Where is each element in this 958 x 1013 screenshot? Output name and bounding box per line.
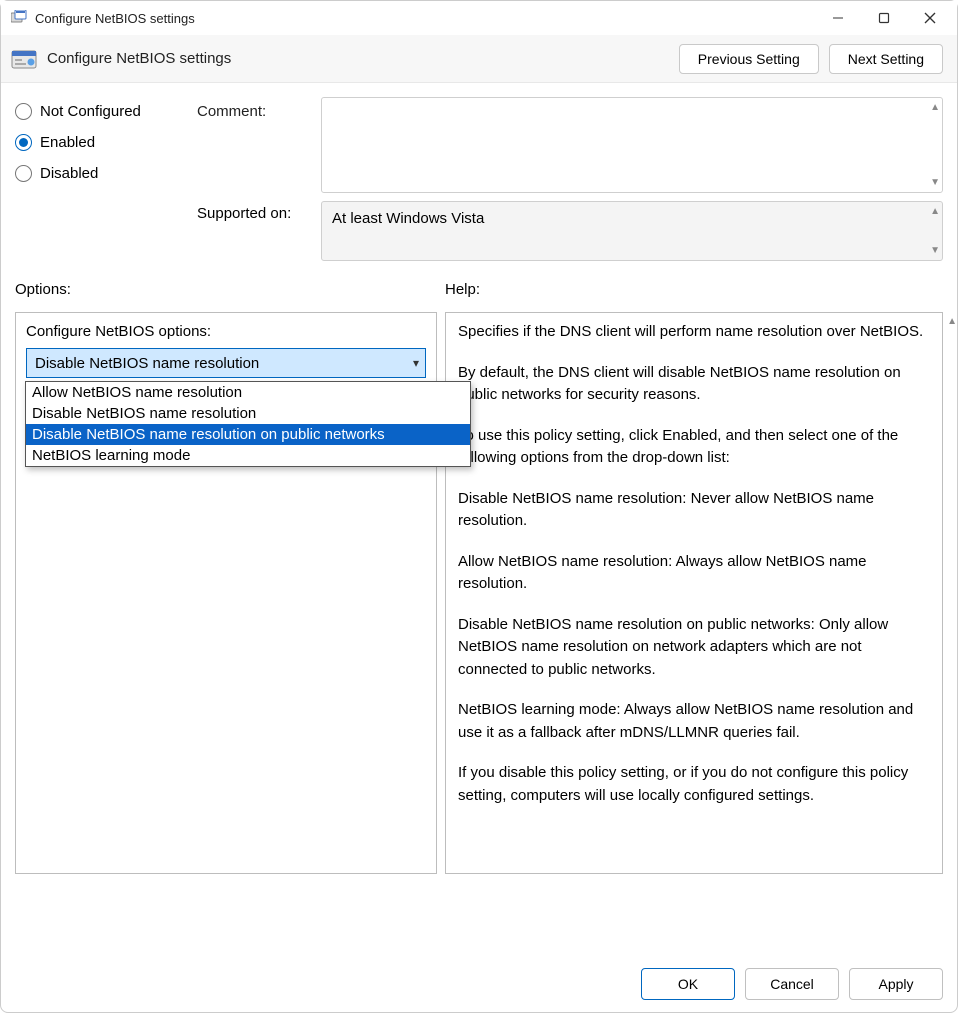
radio-disabled[interactable]: Disabled <box>15 165 193 182</box>
scroll-up-icon: ▲ <box>930 206 940 217</box>
section-labels: Options: Help: <box>1 267 957 298</box>
page-title: Configure NetBIOS settings <box>47 50 231 67</box>
minimize-button[interactable] <box>815 3 861 33</box>
supported-on-box: At least Windows Vista ▲ ▼ <box>321 201 943 261</box>
footer-buttons: OK Cancel Apply <box>641 968 943 1000</box>
netbios-options-dropdown: Allow NetBIOS name resolutionDisable Net… <box>25 381 471 467</box>
scroll-up-icon: ▲ <box>947 316 957 327</box>
netbios-options-combobox[interactable]: Disable NetBIOS name resolution ▾ <box>26 348 426 378</box>
help-paragraph: By default, the DNS client will disable … <box>458 362 930 407</box>
help-paragraph: Disable NetBIOS name resolution: Never a… <box>458 488 930 533</box>
help-paragraph: To use this policy setting, click Enable… <box>458 425 930 470</box>
dropdown-option[interactable]: Allow NetBIOS name resolution <box>26 382 470 403</box>
options-field-label: Configure NetBIOS options: <box>16 323 436 348</box>
upper-area: Not Configured Enabled Disabled Comment:… <box>1 83 957 267</box>
header: Configure NetBIOS settings Previous Sett… <box>1 35 957 83</box>
radio-label: Enabled <box>40 134 95 151</box>
apply-button[interactable]: Apply <box>849 968 943 1000</box>
comment-label: Comment: <box>197 97 317 193</box>
ok-button[interactable]: OK <box>641 968 735 1000</box>
scroll-down-icon: ▼ <box>930 245 940 256</box>
supported-on-label: Supported on: <box>197 193 317 261</box>
radio-enabled[interactable]: Enabled <box>15 134 193 151</box>
help-paragraph: Allow NetBIOS name resolution: Always al… <box>458 551 930 596</box>
comment-textarea[interactable]: ▲ ▼ <box>321 97 943 193</box>
radio-icon <box>15 165 32 182</box>
radio-label: Not Configured <box>40 103 141 120</box>
titlebar: Configure NetBIOS settings <box>1 1 957 35</box>
radio-icon <box>15 103 32 120</box>
window-title: Configure NetBIOS settings <box>35 11 195 26</box>
radio-not-configured[interactable]: Not Configured <box>15 103 193 120</box>
options-panel: Configure NetBIOS options: Disable NetBI… <box>15 312 437 874</box>
panels: Configure NetBIOS options: Disable NetBI… <box>1 298 957 874</box>
scroll-down-icon: ▼ <box>930 177 940 188</box>
policy-icon <box>11 48 37 70</box>
dropdown-option[interactable]: Disable NetBIOS name resolution on publi… <box>26 424 470 445</box>
radio-label: Disabled <box>40 165 98 182</box>
dropdown-option[interactable]: NetBIOS learning mode <box>26 445 470 466</box>
previous-setting-button[interactable]: Previous Setting <box>679 44 819 74</box>
options-section-label: Options: <box>15 281 445 298</box>
help-paragraph: If you disable this policy setting, or i… <box>458 762 930 807</box>
scroll-up-icon: ▲ <box>930 102 940 113</box>
maximize-button[interactable] <box>861 3 907 33</box>
help-paragraph: Disable NetBIOS name resolution on publi… <box>458 614 930 682</box>
chevron-down-icon: ▾ <box>413 356 419 370</box>
supported-on-value: At least Windows Vista <box>332 210 484 227</box>
radio-icon <box>15 134 32 151</box>
app-icon <box>11 10 27 26</box>
help-section-label: Help: <box>445 281 943 298</box>
next-setting-button[interactable]: Next Setting <box>829 44 943 74</box>
help-paragraph: NetBIOS learning mode: Always allow NetB… <box>458 699 930 744</box>
combobox-selected-value: Disable NetBIOS name resolution <box>35 355 259 372</box>
dropdown-option[interactable]: Disable NetBIOS name resolution <box>26 403 470 424</box>
cancel-button[interactable]: Cancel <box>745 968 839 1000</box>
help-paragraph: Specifies if the DNS client will perform… <box>458 321 930 344</box>
close-button[interactable] <box>907 3 953 33</box>
state-radios: Not Configured Enabled Disabled <box>15 97 193 261</box>
help-panel: Specifies if the DNS client will perform… <box>445 312 943 874</box>
